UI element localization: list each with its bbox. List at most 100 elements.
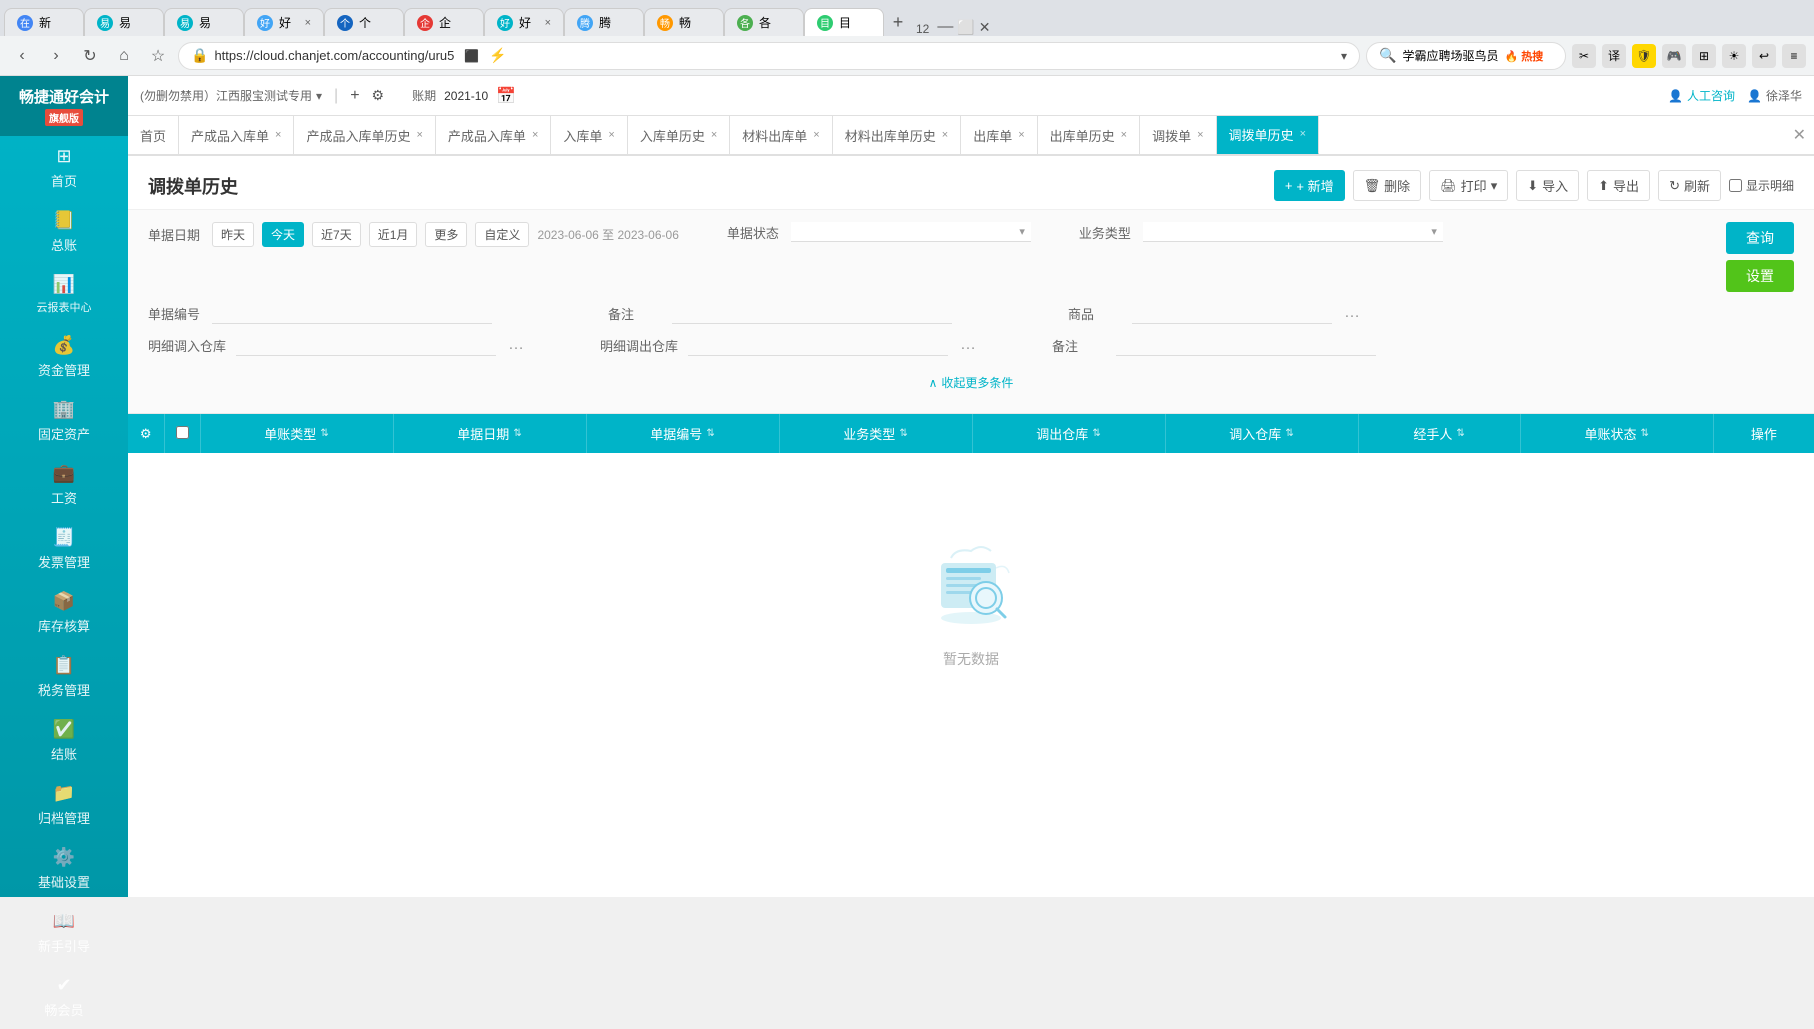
page-tab-10-close[interactable]: × <box>1197 129 1203 141</box>
table-header-type[interactable]: 单账类型 ⇅ <box>200 414 393 453</box>
collapse-button[interactable]: ∧ 收起更多条件 <box>917 370 1026 395</box>
page-tab-11-close[interactable]: × <box>1300 128 1306 140</box>
page-tab-6[interactable]: 材料出库单 × <box>730 116 832 155</box>
sidebar-item-assets[interactable]: 🏢 固定资产 <box>0 389 128 453</box>
sidebar-item-member[interactable]: ✔ 畅会员 <box>0 965 128 1029</box>
to-warehouse-dots[interactable]: … <box>960 336 976 354</box>
date-btn-1month[interactable]: 近1月 <box>369 222 418 247</box>
table-header-check[interactable] <box>164 414 200 453</box>
tab-close-4[interactable]: × <box>305 17 311 29</box>
page-tab-3[interactable]: 产成品入库单 × <box>436 116 551 155</box>
table-header-out-warehouse[interactable]: 调出仓库 ⇅ <box>972 414 1165 453</box>
page-tab-11[interactable]: 调拨单历史 × <box>1217 116 1319 155</box>
table-header-in-warehouse[interactable]: 调入仓库 ⇅ <box>1165 414 1358 453</box>
minimize-button[interactable]: — <box>937 18 953 36</box>
table-header-no[interactable]: 单据编号 ⇅ <box>586 414 779 453</box>
dropdown-icon[interactable]: ▾ <box>1341 49 1347 63</box>
browser-tab-5[interactable]: 个 个 <box>324 8 404 36</box>
goods-dots[interactable]: … <box>1344 304 1360 322</box>
ext-menu[interactable]: ≡ <box>1782 44 1806 68</box>
browser-tab-6[interactable]: 企 企 <box>404 8 484 36</box>
page-tab-9-close[interactable]: × <box>1121 129 1127 141</box>
table-header-date[interactable]: 单据日期 ⇅ <box>393 414 586 453</box>
query-button[interactable]: 查询 <box>1726 222 1794 254</box>
date-btn-yesterday[interactable]: 昨天 <box>212 222 254 247</box>
refresh-button[interactable]: ↻ 刷新 <box>1658 170 1721 201</box>
delete-button[interactable]: 🗑 删除 <box>1353 170 1422 201</box>
ext-scissors[interactable]: ✂ <box>1572 44 1596 68</box>
table-header-gear[interactable]: ⚙ <box>128 414 164 453</box>
page-tab-5[interactable]: 入库单历史 × <box>628 116 730 155</box>
page-tab-4[interactable]: 入库单 × <box>551 116 627 155</box>
ext-translate[interactable]: 译 <box>1602 44 1626 68</box>
browser-tab-9[interactable]: 畅 畅 <box>644 8 724 36</box>
remark2-input[interactable] <box>1116 334 1376 356</box>
date-btn-7days[interactable]: 近7天 <box>312 222 361 247</box>
home-button[interactable]: ⌂ <box>110 42 138 70</box>
settings-company-icon[interactable]: ⚙ <box>372 87 385 104</box>
browser-tab-8[interactable]: 腾 腾 <box>564 8 644 36</box>
status-select[interactable]: ▾ <box>791 222 1031 242</box>
orderno-input[interactable] <box>212 302 492 324</box>
address-bar[interactable]: 🔒 https://cloud.chanjet.com/accounting/u… <box>178 42 1360 70</box>
ext-sun[interactable]: ☀ <box>1722 44 1746 68</box>
date-btn-custom[interactable]: 自定义 <box>475 222 529 247</box>
sidebar-item-guide[interactable]: 📖 新手引导 <box>0 901 128 965</box>
page-tab-1-close[interactable]: × <box>275 129 281 141</box>
sidebar-item-salary[interactable]: 💼 工资 <box>0 453 128 517</box>
page-tab-8[interactable]: 出库单 × <box>961 116 1037 155</box>
date-btn-today[interactable]: 今天 <box>262 222 304 247</box>
add-button[interactable]: + + 新增 <box>1274 170 1345 201</box>
bookmark-button[interactable]: ☆ <box>144 42 172 70</box>
select-all-checkbox[interactable] <box>176 426 189 439</box>
forward-button[interactable]: › <box>42 42 70 70</box>
page-tab-4-close[interactable]: × <box>608 129 614 141</box>
ext-shield[interactable]: 🛡 <box>1632 44 1656 68</box>
browser-tab-2[interactable]: 易 易 <box>84 8 164 36</box>
page-tab-6-close[interactable]: × <box>813 129 819 141</box>
browser-tab-11[interactable]: 目 目 <box>804 8 884 36</box>
sidebar-item-home[interactable]: ⊞ 首页 <box>0 136 128 200</box>
table-header-status[interactable]: 单账状态 ⇅ <box>1520 414 1713 453</box>
page-tab-1[interactable]: 产成品入库单 × <box>179 116 294 155</box>
ext-game[interactable]: 🎮 <box>1662 44 1686 68</box>
sidebar-item-funds[interactable]: 💰 资金管理 <box>0 325 128 389</box>
page-tab-7[interactable]: 材料出库单历史 × <box>833 116 961 155</box>
sidebar-item-archive[interactable]: 📁 归档管理 <box>0 773 128 837</box>
page-tab-3-close[interactable]: × <box>532 129 538 141</box>
ext-undo[interactable]: ↩ <box>1752 44 1776 68</box>
export-button[interactable]: ⬆ 导出 <box>1587 170 1650 201</box>
user-info[interactable]: 👤 徐泽华 <box>1747 87 1802 104</box>
page-tab-home[interactable]: 首页 <box>128 116 179 155</box>
remark-input[interactable] <box>672 302 952 324</box>
add-company-button[interactable]: + <box>350 87 359 105</box>
back-button[interactable]: ‹ <box>8 42 36 70</box>
from-warehouse-input[interactable] <box>236 334 496 356</box>
tab-close-7[interactable]: × <box>545 17 551 29</box>
sidebar-item-settle[interactable]: ✅ 结账 <box>0 709 128 773</box>
ext-grid[interactable]: ⊞ <box>1692 44 1716 68</box>
new-tab-button[interactable]: + <box>884 8 912 36</box>
sidebar-item-invoice[interactable]: 🧾 发票管理 <box>0 517 128 581</box>
table-header-biztype[interactable]: 业务类型 ⇅ <box>779 414 972 453</box>
page-tab-10[interactable]: 调拨单 × <box>1140 116 1216 155</box>
sidebar-item-inventory[interactable]: 📦 库存核算 <box>0 581 128 645</box>
to-warehouse-input[interactable] <box>688 334 948 356</box>
page-tab-2[interactable]: 产成品入库单历史 × <box>294 116 435 155</box>
browser-tab-7[interactable]: 好 好 × <box>484 8 564 36</box>
browser-tab-1[interactable]: 在 新 <box>4 8 84 36</box>
biztype-select[interactable]: ▾ <box>1143 222 1443 242</box>
sidebar-item-ledger[interactable]: 📒 总账 <box>0 200 128 264</box>
import-button[interactable]: ⬇ 导入 <box>1516 170 1579 201</box>
page-tab-7-close[interactable]: × <box>942 129 948 141</box>
display-checkbox-label[interactable]: 显示明细 <box>1729 177 1794 194</box>
browser-tab-4[interactable]: 好 好 × <box>244 8 324 36</box>
print-button[interactable]: 🖨 打印 ▾ <box>1429 170 1508 201</box>
table-header-handler[interactable]: 经手人 ⇅ <box>1358 414 1520 453</box>
browser-tab-3[interactable]: 易 易 <box>164 8 244 36</box>
maximize-button[interactable]: ⬜ <box>957 19 974 36</box>
sidebar-item-reports[interactable]: 📊 云报表中心 <box>0 264 128 325</box>
browser-tab-10[interactable]: 各 各 <box>724 8 804 36</box>
tab-bar-close[interactable]: ✕ <box>1785 125 1814 145</box>
date-btn-more[interactable]: 更多 <box>425 222 467 247</box>
